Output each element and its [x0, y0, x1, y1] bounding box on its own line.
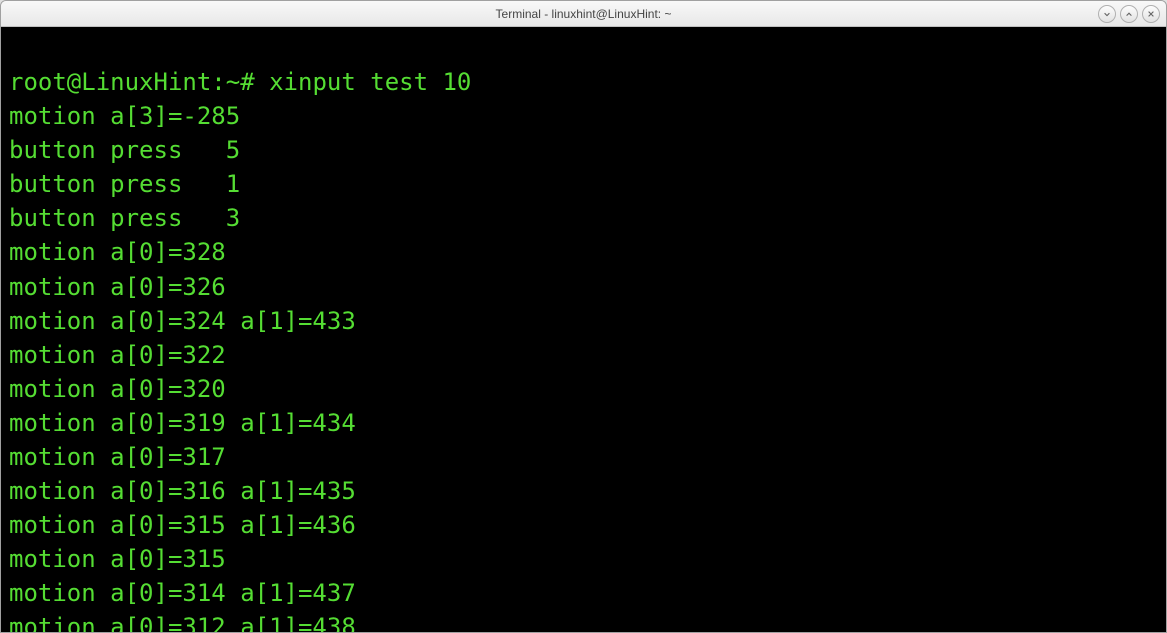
command-text: xinput test 10 [269, 68, 471, 96]
output-line: motion a[0]=315 a[1]=436 [9, 508, 1158, 542]
output-line: motion a[3]=-285 [9, 99, 1158, 133]
output-line: button press 1 [9, 167, 1158, 201]
titlebar[interactable]: Terminal - linuxhint@LinuxHint: ~ [1, 1, 1166, 27]
output-line: motion a[0]=319 a[1]=434 [9, 406, 1158, 440]
output-line: motion a[0]=320 [9, 372, 1158, 406]
output-line: motion a[0]=316 a[1]=435 [9, 474, 1158, 508]
output-container: motion a[3]=-285button press 5button pre… [9, 99, 1158, 632]
output-line: motion a[0]=324 a[1]=433 [9, 304, 1158, 338]
output-line: button press 3 [9, 201, 1158, 235]
output-line: motion a[0]=314 a[1]=437 [9, 576, 1158, 610]
maximize-icon [1125, 10, 1133, 18]
maximize-button[interactable] [1120, 5, 1138, 23]
window-title: Terminal - linuxhint@LinuxHint: ~ [496, 7, 672, 21]
terminal-body[interactable]: root@LinuxHint:~# xinput test 10 motion … [1, 27, 1166, 632]
prompt-line: root@LinuxHint:~# xinput test 10 [9, 68, 471, 96]
minimize-icon [1103, 10, 1111, 18]
window-controls [1098, 5, 1160, 23]
close-button[interactable] [1142, 5, 1160, 23]
output-line: motion a[0]=312 a[1]=438 [9, 610, 1158, 632]
output-line: motion a[0]=326 [9, 270, 1158, 304]
minimize-button[interactable] [1098, 5, 1116, 23]
terminal-window: Terminal - linuxhint@LinuxHint: ~ root@L… [0, 0, 1167, 633]
prompt: root@LinuxHint:~# [9, 68, 255, 96]
output-line: motion a[0]=328 [9, 235, 1158, 269]
output-line: motion a[0]=322 [9, 338, 1158, 372]
output-line: motion a[0]=315 [9, 542, 1158, 576]
close-icon [1147, 10, 1155, 18]
output-line: button press 5 [9, 133, 1158, 167]
output-line: motion a[0]=317 [9, 440, 1158, 474]
